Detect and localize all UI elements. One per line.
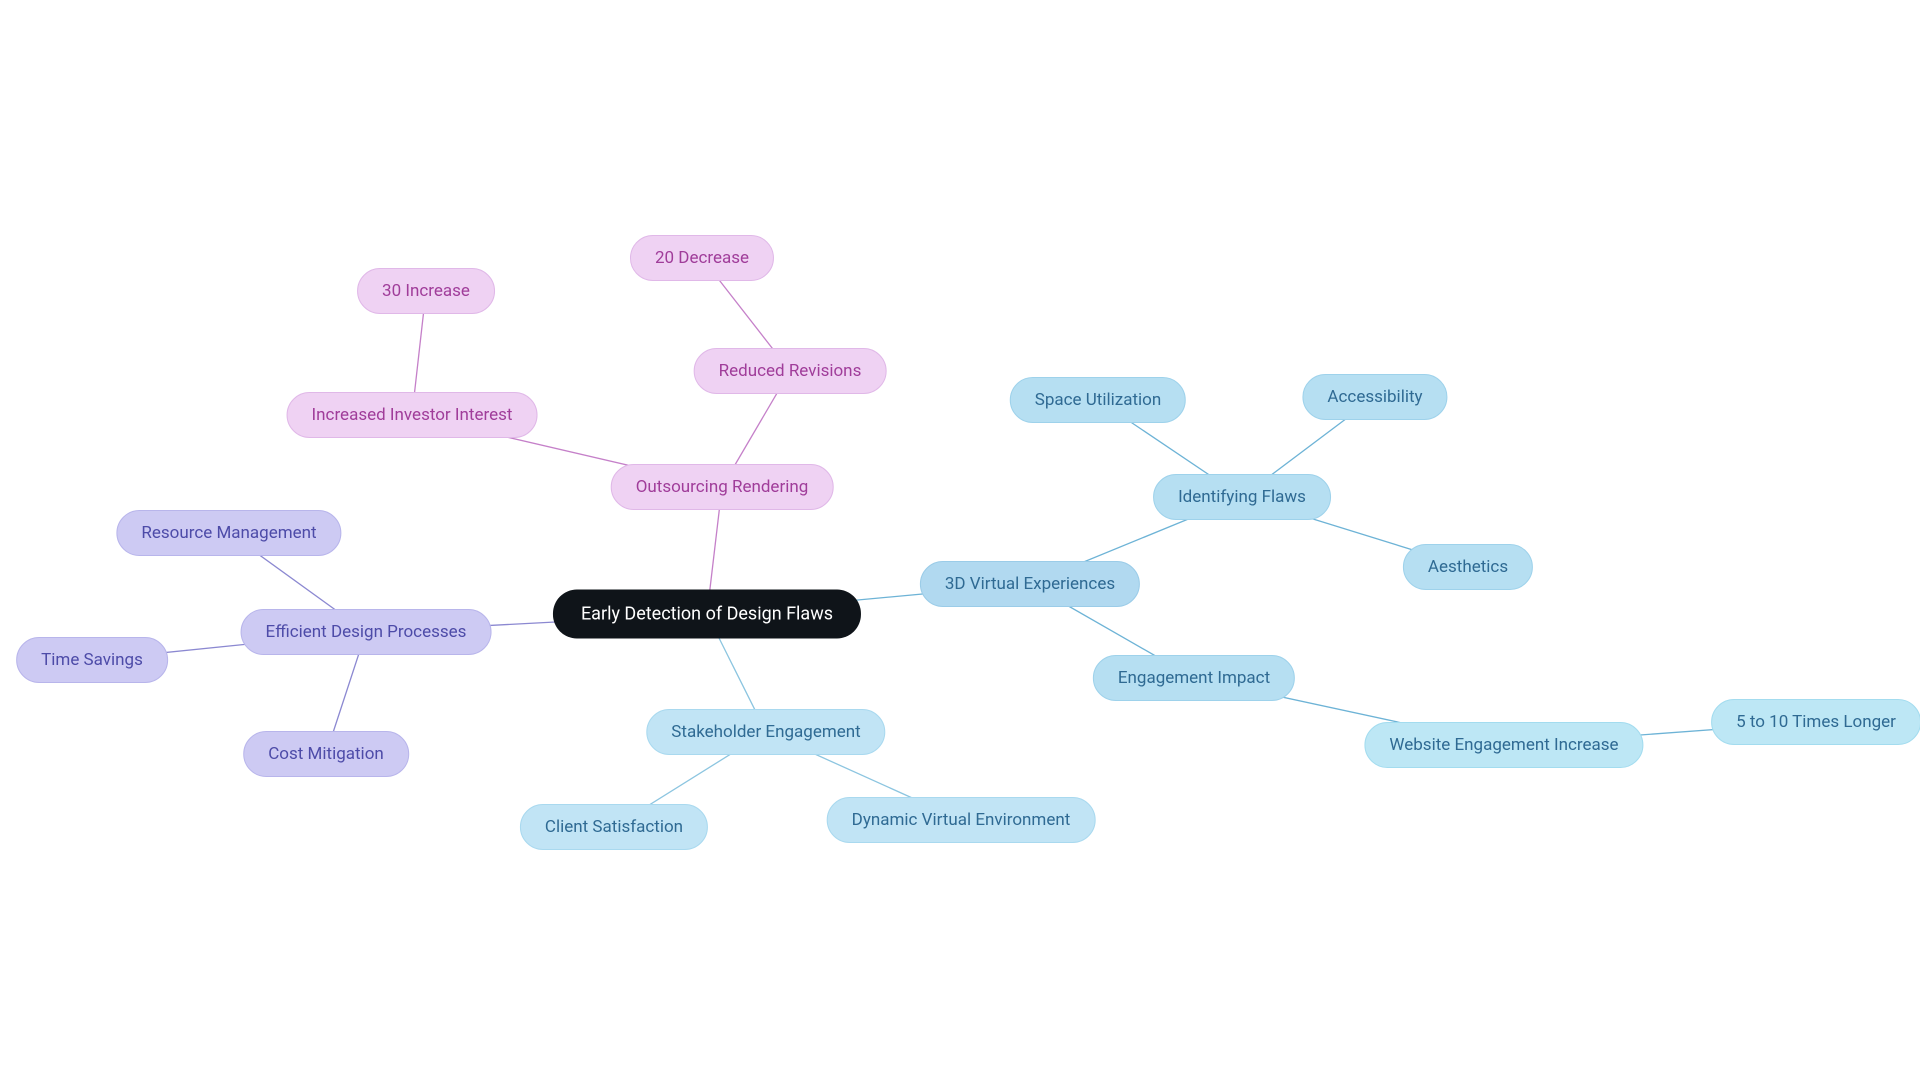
node-dynamic-virtual-environment[interactable]: Dynamic Virtual Environment — [827, 797, 1096, 843]
node-website-engagement-increase[interactable]: Website Engagement Increase — [1364, 722, 1643, 768]
node-time-savings[interactable]: Time Savings — [16, 637, 168, 683]
node-client-satisfaction[interactable]: Client Satisfaction — [520, 804, 708, 850]
node-cost-mitigation[interactable]: Cost Mitigation — [243, 731, 409, 777]
node-increased-investor-interest[interactable]: Increased Investor Interest — [287, 392, 538, 438]
node-3d-virtual-experiences[interactable]: 3D Virtual Experiences — [920, 561, 1140, 607]
node-outsourcing-rendering[interactable]: Outsourcing Rendering — [611, 464, 834, 510]
node-space-utilization[interactable]: Space Utilization — [1010, 377, 1186, 423]
node-accessibility[interactable]: Accessibility — [1302, 374, 1447, 420]
node-resource-management[interactable]: Resource Management — [116, 510, 341, 556]
node-engagement-impact[interactable]: Engagement Impact — [1093, 655, 1295, 701]
node-efficient-design-processes[interactable]: Efficient Design Processes — [241, 609, 492, 655]
node-center[interactable]: Early Detection of Design Flaws — [553, 590, 861, 639]
node-identifying-flaws[interactable]: Identifying Flaws — [1153, 474, 1331, 520]
node-20-decrease[interactable]: 20 Decrease — [630, 235, 774, 281]
node-reduced-revisions[interactable]: Reduced Revisions — [694, 348, 887, 394]
node-stakeholder-engagement[interactable]: Stakeholder Engagement — [646, 709, 885, 755]
node-aesthetics[interactable]: Aesthetics — [1403, 544, 1533, 590]
node-30-increase[interactable]: 30 Increase — [357, 268, 495, 314]
mindmap-canvas: Early Detection of Design Flaws Outsourc… — [0, 0, 1920, 1083]
node-5-to-10-times-longer[interactable]: 5 to 10 Times Longer — [1711, 699, 1920, 745]
